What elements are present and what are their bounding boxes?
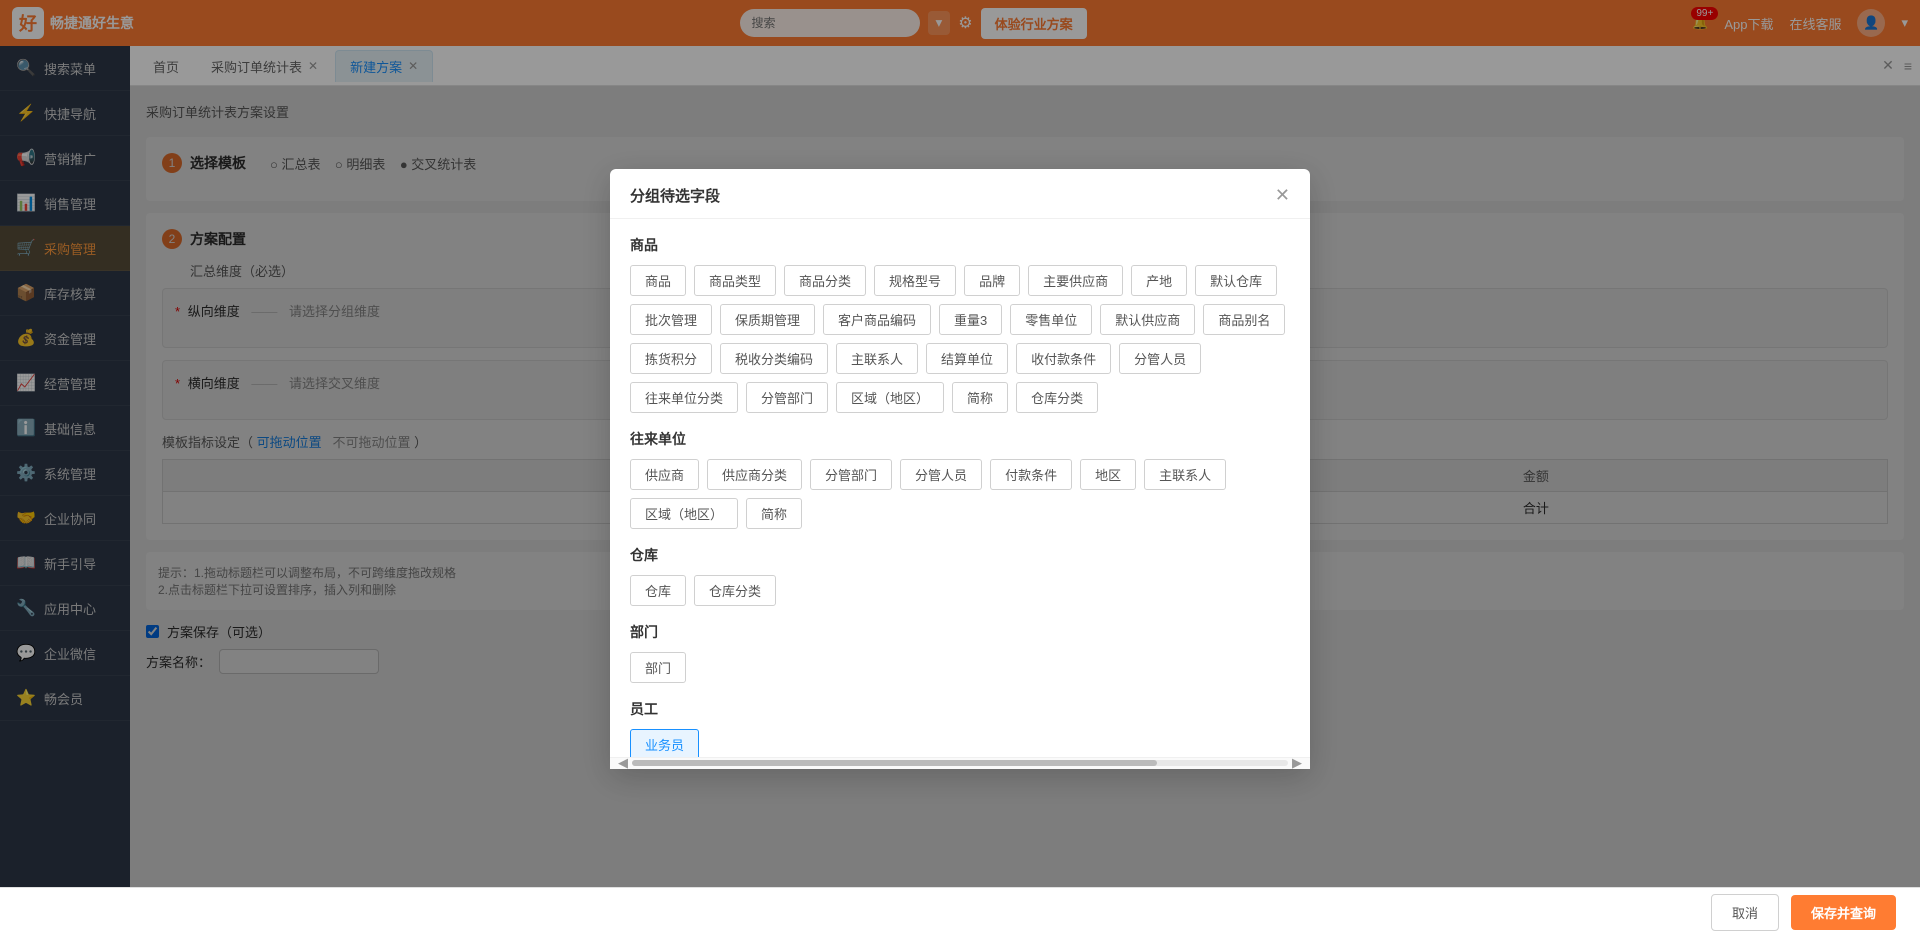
dialog-header: 分组待选字段 ✕: [610, 169, 1310, 219]
field-tag-goods-weight[interactable]: 重量3: [939, 304, 1002, 335]
field-tag-emp-sales[interactable]: 业务员: [630, 729, 699, 757]
field-tag-goods-default-supplier[interactable]: 默认供应商: [1100, 304, 1195, 335]
field-tag-cp-supplier-category[interactable]: 供应商分类: [707, 459, 802, 490]
field-tag-goods-counterpart-category[interactable]: 往来单位分类: [630, 382, 738, 413]
field-tag-goods-brand[interactable]: 品牌: [964, 265, 1020, 296]
field-tag-cp-supplier[interactable]: 供应商: [630, 459, 699, 490]
field-tag-goods-spec[interactable]: 规格型号: [874, 265, 956, 296]
field-tag-cp-region2[interactable]: 区域（地区）: [630, 498, 738, 529]
dialog-close-button[interactable]: ✕: [1275, 185, 1290, 206]
dialog-title: 分组待选字段: [630, 185, 720, 206]
field-tag-goods-product[interactable]: 商品: [630, 265, 686, 296]
section-title-goods: 商品: [630, 235, 1290, 255]
field-tag-dept-dept[interactable]: 部门: [630, 652, 686, 683]
section-title-warehouse: 仓库: [630, 545, 1290, 565]
bottom-action-bar: 取消 保存并查询: [0, 887, 1920, 937]
field-tag-goods-dept[interactable]: 分管部门: [746, 382, 828, 413]
employee-tag-grid: 业务员: [630, 729, 1290, 757]
scrollbar-right-arrow[interactable]: ▶: [1288, 755, 1306, 771]
field-tag-goods-expiry[interactable]: 保质期管理: [720, 304, 815, 335]
section-title-dept: 部门: [630, 622, 1290, 642]
goods-tag-grid: 商品 商品类型 商品分类 规格型号 品牌 主要供应商 产地 默认仓库 批次管理 …: [630, 265, 1290, 413]
field-tag-cp-short-name[interactable]: 简称: [746, 498, 802, 529]
field-tag-wh-warehouse[interactable]: 仓库: [630, 575, 686, 606]
field-select-dialog: 分组待选字段 ✕ 商品 商品 商品类型 商品分类 规格型号 品牌 主要供应商 产…: [610, 169, 1310, 769]
field-tag-cp-payment-terms[interactable]: 付款条件: [990, 459, 1072, 490]
field-tag-goods-payment-terms[interactable]: 收付款条件: [1016, 343, 1111, 374]
scrollbar-thumb: [632, 760, 1157, 766]
field-tag-goods-main-contact[interactable]: 主联系人: [836, 343, 918, 374]
field-tag-goods-type[interactable]: 商品类型: [694, 265, 776, 296]
field-tag-goods-retail-unit[interactable]: 零售单位: [1010, 304, 1092, 335]
field-tag-cp-region[interactable]: 地区: [1080, 459, 1136, 490]
scrollbar-track: [632, 760, 1288, 766]
dialog-body: 商品 商品 商品类型 商品分类 规格型号 品牌 主要供应商 产地 默认仓库 批次…: [610, 219, 1310, 757]
warehouse-tag-grid: 仓库 仓库分类: [630, 575, 1290, 606]
section-title-counterpart: 往来单位: [630, 429, 1290, 449]
field-tag-goods-alias[interactable]: 商品别名: [1203, 304, 1285, 335]
field-tag-goods-origin[interactable]: 产地: [1131, 265, 1187, 296]
field-tag-goods-default-warehouse[interactable]: 默认仓库: [1195, 265, 1277, 296]
field-tag-goods-pick-points[interactable]: 拣货积分: [630, 343, 712, 374]
field-tag-goods-warehouse-category[interactable]: 仓库分类: [1016, 382, 1098, 413]
field-tag-goods-category[interactable]: 商品分类: [784, 265, 866, 296]
cancel-button[interactable]: 取消: [1711, 894, 1779, 931]
field-tag-cp-dept[interactable]: 分管部门: [810, 459, 892, 490]
field-tag-goods-main-supplier[interactable]: 主要供应商: [1028, 265, 1123, 296]
field-tag-goods-short-name[interactable]: 简称: [952, 382, 1008, 413]
field-tag-goods-settlement-unit[interactable]: 结算单位: [926, 343, 1008, 374]
field-tag-cp-supervisor[interactable]: 分管人员: [900, 459, 982, 490]
field-tag-goods-cust-code[interactable]: 客户商品编码: [823, 304, 931, 335]
counterpart-tag-grid: 供应商 供应商分类 分管部门 分管人员 付款条件 地区 主联系人 区域（地区） …: [630, 459, 1290, 529]
dialog-overlay: 分组待选字段 ✕ 商品 商品 商品类型 商品分类 规格型号 品牌 主要供应商 产…: [0, 0, 1920, 937]
dept-tag-grid: 部门: [630, 652, 1290, 683]
dialog-scrollbar[interactable]: ◀ ▶: [610, 757, 1310, 769]
field-tag-cp-main-contact[interactable]: 主联系人: [1144, 459, 1226, 490]
field-tag-goods-region[interactable]: 区域（地区）: [836, 382, 944, 413]
field-tag-goods-tax-code[interactable]: 税收分类编码: [720, 343, 828, 374]
save-confirm-button[interactable]: 保存并查询: [1791, 895, 1896, 930]
field-tag-wh-category[interactable]: 仓库分类: [694, 575, 776, 606]
scrollbar-left-arrow[interactable]: ◀: [614, 755, 632, 771]
section-title-employee: 员工: [630, 699, 1290, 719]
field-tag-goods-batch[interactable]: 批次管理: [630, 304, 712, 335]
field-tag-goods-supervisor[interactable]: 分管人员: [1119, 343, 1201, 374]
